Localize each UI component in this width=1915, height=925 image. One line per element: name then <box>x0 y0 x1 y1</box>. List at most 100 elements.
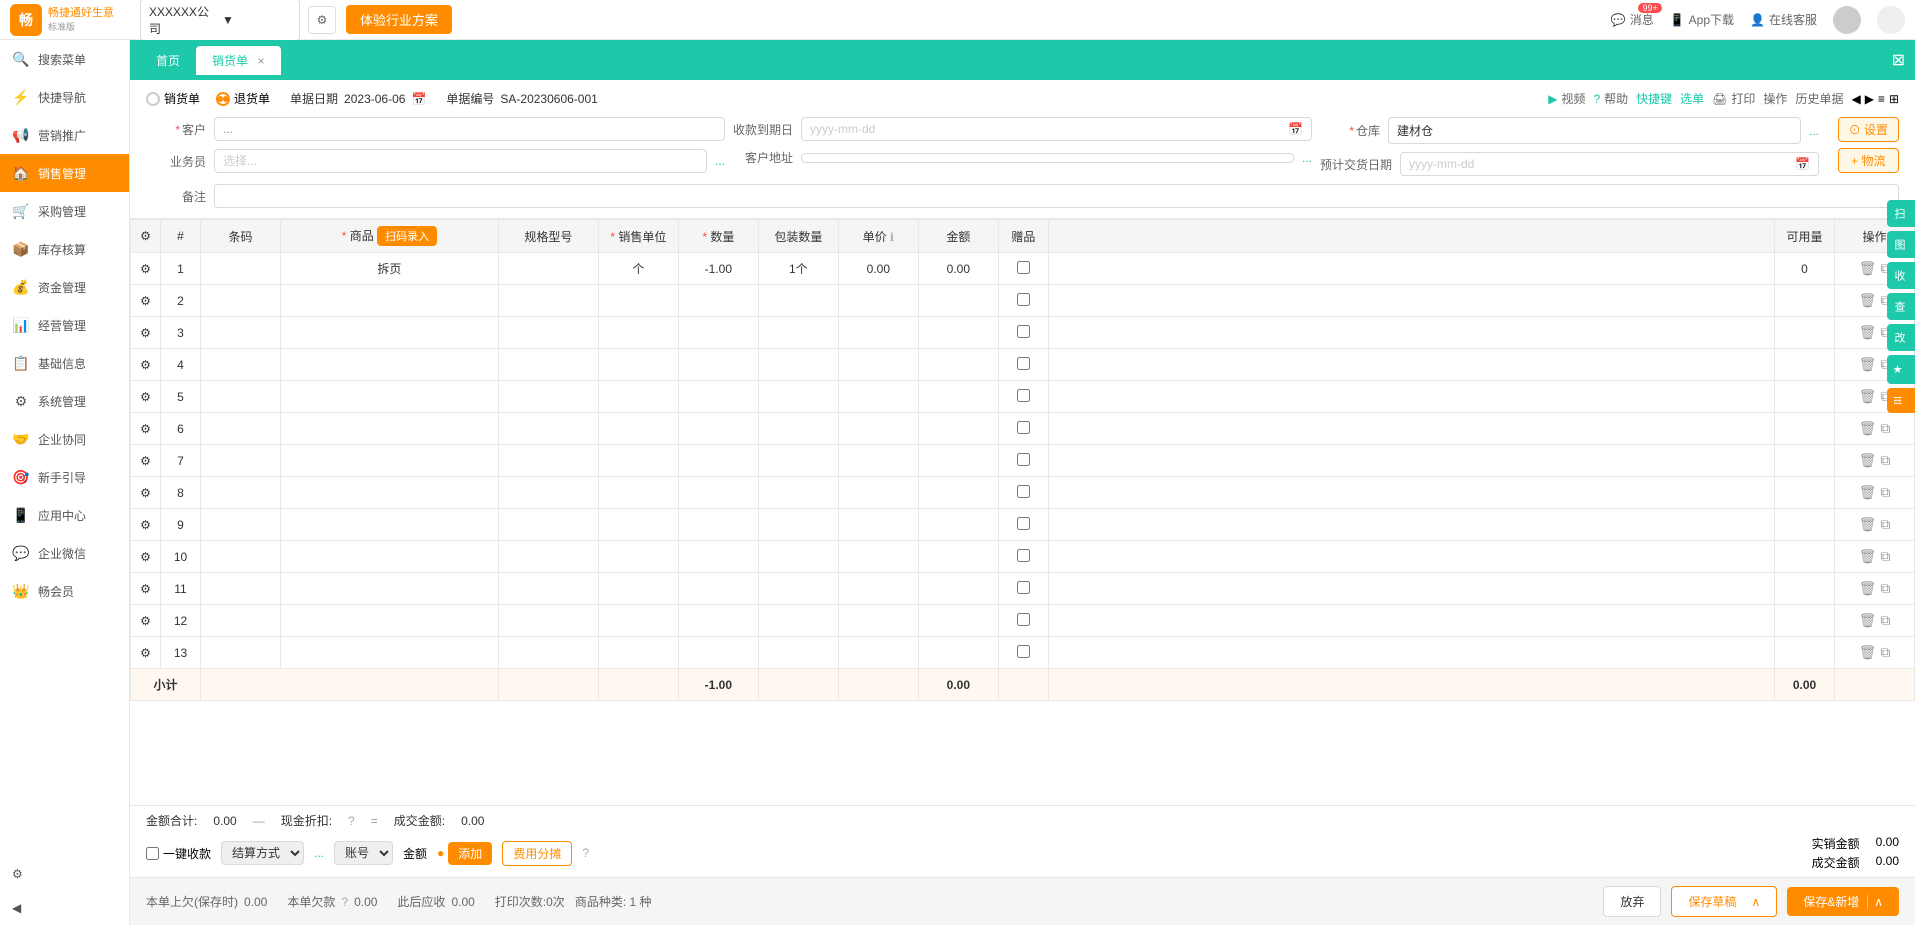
float-image-button[interactable]: 图 <box>1887 231 1915 258</box>
delivery-calendar-icon[interactable]: 📅 <box>1795 157 1810 171</box>
col-header-settings[interactable]: ⚙ <box>131 220 161 253</box>
row-product[interactable] <box>281 317 499 349</box>
delete-icon[interactable]: 🗑 <box>1859 484 1877 501</box>
gift-checkbox[interactable] <box>1017 645 1030 658</box>
row-settings[interactable]: ⚙ <box>131 477 161 509</box>
row-barcode[interactable] <box>201 605 281 637</box>
row-settings[interactable]: ⚙ <box>131 253 161 285</box>
delete-icon[interactable]: 🗑 <box>1859 420 1877 437</box>
row-product[interactable] <box>281 285 499 317</box>
row-product[interactable] <box>281 349 499 381</box>
row-barcode[interactable] <box>201 285 281 317</box>
row-product[interactable] <box>281 413 499 445</box>
row-settings[interactable]: ⚙ <box>131 605 161 637</box>
row-settings[interactable]: ⚙ <box>131 573 161 605</box>
payment-date-input[interactable]: yyyy-mm-dd 📅 <box>801 117 1312 141</box>
row-barcode[interactable] <box>201 573 281 605</box>
row-settings[interactable]: ⚙ <box>131 285 161 317</box>
sidebar-item-system[interactable]: ⚙ 系统管理 <box>0 382 129 420</box>
online-service-button[interactable]: 👤 在线客服 <box>1750 11 1817 28</box>
row-product[interactable] <box>281 445 499 477</box>
sidebar-item-management[interactable]: 📊 经营管理 <box>0 306 129 344</box>
next-button[interactable]: ▶ <box>1865 92 1874 106</box>
salesperson-input[interactable] <box>214 149 707 173</box>
payment-calendar-icon[interactable]: 📅 <box>1288 122 1303 136</box>
account-select[interactable]: 账号 <box>334 841 393 865</box>
delete-icon[interactable]: 🗑 <box>1859 452 1877 469</box>
gift-checkbox[interactable] <box>1017 549 1030 562</box>
row-barcode[interactable] <box>201 253 281 285</box>
row-product[interactable] <box>281 637 499 669</box>
calendar-icon[interactable]: 📅 <box>411 92 426 106</box>
delete-icon[interactable]: 🗑 <box>1859 292 1877 309</box>
row-settings[interactable]: ⚙ <box>131 381 161 413</box>
save-draft-button[interactable]: 保存草稿 ∧ <box>1671 886 1777 917</box>
row-barcode[interactable] <box>201 477 281 509</box>
row-barcode[interactable] <box>201 445 281 477</box>
sidebar-item-wechat[interactable]: 💬 企业微信 <box>0 534 129 572</box>
row-settings[interactable]: ⚙ <box>131 445 161 477</box>
prev-button[interactable]: ◀ <box>1851 92 1860 106</box>
sidebar-item-search[interactable]: 🔍 搜索菜单 <box>0 40 129 78</box>
delete-icon[interactable]: 🗑 <box>1859 388 1877 405</box>
row-product[interactable]: 拆页 <box>281 253 499 285</box>
gift-checkbox[interactable] <box>1017 485 1030 498</box>
logistics-button[interactable]: + 物流 <box>1838 148 1899 173</box>
row-product[interactable] <box>281 509 499 541</box>
salesperson-dots[interactable]: ... <box>715 154 725 168</box>
warehouse-dots[interactable]: ... <box>1809 124 1819 138</box>
row-settings[interactable]: ⚙ <box>131 637 161 669</box>
gift-checkbox[interactable] <box>1017 357 1030 370</box>
radio-return-order[interactable]: 退货单 <box>216 90 270 107</box>
credit-help-icon[interactable]: ? <box>341 895 348 909</box>
gift-checkbox[interactable] <box>1017 581 1030 594</box>
settings-button[interactable]: ⚙ <box>308 6 336 34</box>
float-orange-button[interactable]: Itl <box>1887 388 1915 413</box>
one-click-payment-check[interactable] <box>146 847 159 860</box>
gift-checkbox[interactable] <box>1017 293 1030 306</box>
row-qty[interactable]: -1.00 <box>678 253 758 285</box>
delete-icon[interactable]: 🗑 <box>1859 324 1877 341</box>
add-circle-icon[interactable]: ● <box>437 846 444 860</box>
tab-sales-order[interactable]: 销货单 × <box>196 46 281 75</box>
gift-checkbox[interactable] <box>1017 261 1030 274</box>
experience-button[interactable]: 体验行业方案 <box>346 5 452 34</box>
gift-checkbox[interactable] <box>1017 325 1030 338</box>
print-button[interactable]: 🖨打印 <box>1712 90 1755 107</box>
close-all-button[interactable]: ⊠ <box>1892 50 1905 70</box>
row-settings[interactable]: ⚙ <box>131 541 161 573</box>
delete-icon[interactable]: 🗑 <box>1859 548 1877 565</box>
list-view-button[interactable]: ≡ <box>1878 92 1885 106</box>
history-button[interactable]: 历史单据 <box>1795 90 1843 107</box>
select-button[interactable]: 选单 <box>1680 90 1704 107</box>
row-barcode[interactable] <box>201 349 281 381</box>
copy-icon[interactable]: ⧉ <box>1880 484 1890 501</box>
float-query-button[interactable]: 查 <box>1887 293 1915 320</box>
row-barcode[interactable] <box>201 413 281 445</box>
sidebar-item-finance[interactable]: 💰 资金管理 <box>0 268 129 306</box>
notes-input[interactable] <box>214 184 1899 208</box>
float-scan-button[interactable]: 扫 <box>1887 200 1915 227</box>
help-circle-icon[interactable]: ? <box>348 814 355 828</box>
sidebar-item-member[interactable]: 👑 畅会员 <box>0 572 129 610</box>
avatar[interactable] <box>1833 6 1861 34</box>
row-settings[interactable]: ⚙ <box>131 509 161 541</box>
gift-checkbox[interactable] <box>1017 421 1030 434</box>
scan-button[interactable]: 扫码录入 <box>377 226 437 246</box>
address-input[interactable] <box>801 153 1294 163</box>
app-download-button[interactable]: 📱 App下载 <box>1670 11 1734 28</box>
sidebar-item-marketing[interactable]: 📢 营销推广 <box>0 116 129 154</box>
row-product[interactable] <box>281 381 499 413</box>
gift-checkbox[interactable] <box>1017 389 1030 402</box>
add-button[interactable]: 添加 <box>448 842 492 865</box>
tab-close-icon[interactable]: × <box>258 54 265 68</box>
save-new-arrow-icon[interactable]: ∧ <box>1867 895 1883 909</box>
float-star-button[interactable]: ★ <box>1887 355 1915 384</box>
save-draft-arrow-icon[interactable]: ∧ <box>1744 895 1760 909</box>
row-barcode[interactable] <box>201 509 281 541</box>
row-settings[interactable]: ⚙ <box>131 349 161 381</box>
row-amount[interactable]: 0.00 <box>918 253 998 285</box>
delete-icon[interactable]: 🗑 <box>1859 356 1877 373</box>
row-pkg-qty[interactable]: 1个 <box>758 253 838 285</box>
row-barcode[interactable] <box>201 541 281 573</box>
